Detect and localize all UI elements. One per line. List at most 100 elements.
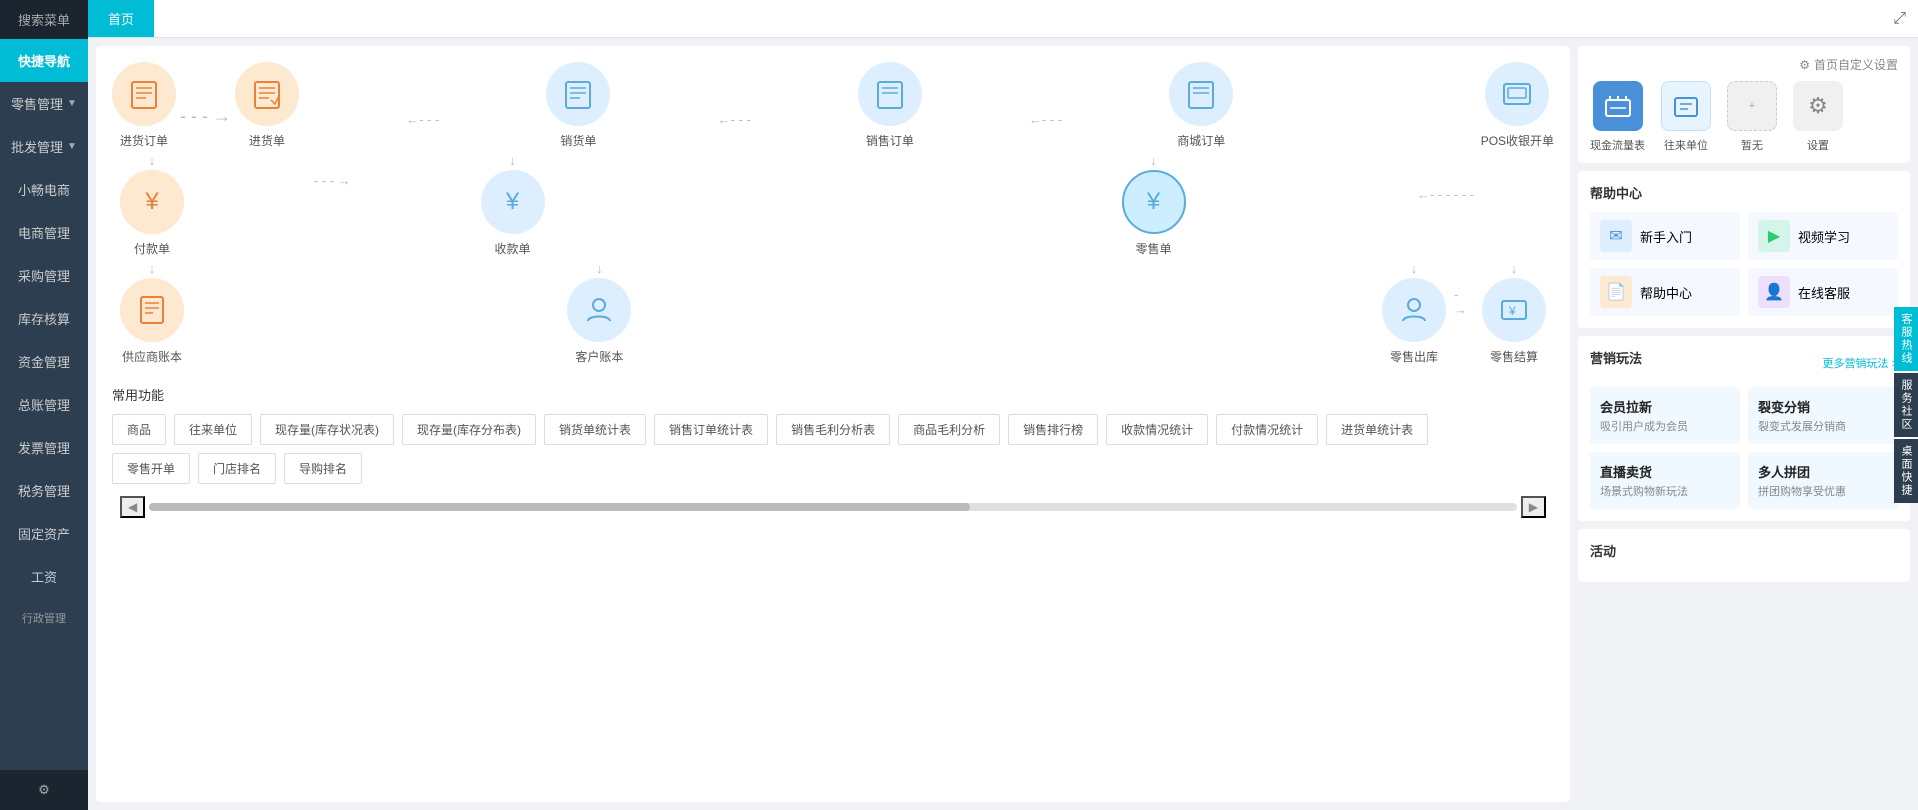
cashflow-icon bbox=[1593, 81, 1643, 131]
btn-sales-order-stat[interactable]: 销售订单统计表 bbox=[654, 414, 768, 445]
sidebar-item-payroll[interactable]: 工资 bbox=[0, 555, 88, 598]
btn-purchase-stat[interactable]: 进货单统计表 bbox=[1326, 414, 1428, 445]
wf-node-customer-book[interactable]: 客户账本 bbox=[567, 278, 631, 365]
scroll-left-btn[interactable]: ◀ bbox=[120, 496, 145, 518]
mkt-more-btn[interactable]: 更多营销玩法 > bbox=[1823, 355, 1898, 371]
qa-item-cashflow[interactable]: 现金流量表 bbox=[1590, 81, 1645, 153]
tab-home[interactable]: 首页 bbox=[88, 0, 154, 37]
btn-stock-status[interactable]: 现存量(库存状况表) bbox=[260, 414, 394, 445]
sidebar: 搜索菜单 快捷导航 零售管理 ▼ 批发管理 ▼ 小畅电商 电商管理 采购管理 库… bbox=[0, 0, 88, 810]
mkt-sub-member: 吸引用户成为会员 bbox=[1600, 418, 1730, 434]
wf-node-payment[interactable]: ¥ 付款单 bbox=[120, 170, 184, 257]
btn-sales-stat[interactable]: 销货单统计表 bbox=[544, 414, 646, 445]
help-title: 帮助中心 bbox=[1590, 183, 1898, 202]
help-label-video: 视频学习 bbox=[1798, 227, 1850, 246]
sidebar-item-ledger[interactable]: 总账管理 bbox=[0, 383, 88, 426]
btn-product[interactable]: 商品 bbox=[112, 414, 166, 445]
wf-label-receipt: 收款单 bbox=[494, 240, 530, 257]
btn-guide-rank[interactable]: 导购排名 bbox=[284, 453, 362, 484]
wf-node-shop-order[interactable]: 商城订单 bbox=[1169, 62, 1233, 149]
video-icon: ▶ bbox=[1758, 220, 1790, 252]
btn-payment-stat[interactable]: 付款情况统计 bbox=[1216, 414, 1318, 445]
qa-item-none[interactable]: + 暂无 bbox=[1727, 81, 1777, 153]
mkt-item-member[interactable]: 会员拉新 吸引用户成为会员 bbox=[1590, 387, 1740, 444]
sidebar-search[interactable]: 搜索菜单 bbox=[0, 0, 88, 39]
btn-sales-gross[interactable]: 销售毛利分析表 bbox=[776, 414, 890, 445]
help-item-beginner[interactable]: ✉ 新手入门 bbox=[1590, 212, 1740, 260]
wf-node-receipt[interactable]: ¥ 收款单 bbox=[481, 170, 545, 257]
help-item-service[interactable]: 👤 在线客服 bbox=[1748, 268, 1898, 316]
sidebar-nav[interactable]: 快捷导航 bbox=[0, 39, 88, 82]
qa-label-none: 暂无 bbox=[1741, 137, 1763, 153]
float-btn-desktop[interactable]: 桌面快捷 bbox=[1894, 439, 1918, 503]
activity-title: 活动 bbox=[1590, 541, 1898, 560]
mkt-title-member: 会员拉新 bbox=[1600, 397, 1730, 416]
mkt-item-live[interactable]: 直播卖货 场景式购物新玩法 bbox=[1590, 452, 1740, 509]
wf-node-retail-settle[interactable]: ¥ 零售结算 bbox=[1482, 278, 1546, 365]
mkt-item-fission[interactable]: 裂变分销 裂变式发展分销商 bbox=[1748, 387, 1898, 444]
wf-label-purchase: 进货单 bbox=[249, 132, 285, 149]
wf-node-retail-bill[interactable]: ¥ 零售单 bbox=[1122, 170, 1186, 257]
wf-icon-retail-bill: ¥ bbox=[1122, 170, 1186, 234]
scroll-thumb bbox=[149, 503, 970, 511]
mkt-title-live: 直播卖货 bbox=[1600, 462, 1730, 481]
btn-store-rank[interactable]: 门店排名 bbox=[198, 453, 276, 484]
service-icon: 👤 bbox=[1758, 276, 1790, 308]
quick-access: ⚙ 首页自定义设置 现金流量表 往来单位 bbox=[1578, 46, 1910, 163]
main-content: 首页 ⤢ 进货订单 - - - → bbox=[88, 0, 1918, 810]
btn-retail-open[interactable]: 零售开单 bbox=[112, 453, 190, 484]
mkt-sub-group: 拼团购物享受优惠 bbox=[1758, 483, 1888, 499]
wf-label-retail-out: 零售出库 bbox=[1390, 348, 1438, 365]
btn-stock-dist[interactable]: 现存量(库存分布表) bbox=[402, 414, 536, 445]
sidebar-item-tax[interactable]: 税务管理 bbox=[0, 469, 88, 512]
mkt-item-group[interactable]: 多人拼团 拼团购物享受优惠 bbox=[1748, 452, 1898, 509]
wf-icon-purchase-order bbox=[112, 62, 176, 126]
sidebar-item-inventory[interactable]: 库存核算 bbox=[0, 297, 88, 340]
btn-partners[interactable]: 往来单位 bbox=[174, 414, 252, 445]
expand-btn[interactable]: ⤢ bbox=[1881, 2, 1918, 36]
help-label-service: 在线客服 bbox=[1798, 283, 1850, 302]
wf-node-sales[interactable]: 销货单 bbox=[546, 62, 610, 149]
qa-label-partners: 往来单位 bbox=[1664, 137, 1708, 153]
workflow-section: 进货订单 - - - → 进货单 ←- - - 销货单 bbox=[112, 62, 1554, 365]
wf-node-purchase[interactable]: 进货单 bbox=[235, 62, 299, 149]
settings-icon: ⚙ bbox=[1793, 81, 1843, 131]
help-item-help[interactable]: 📄 帮助中心 bbox=[1590, 268, 1740, 316]
right-panel: ⚙ 首页自定义设置 现金流量表 往来单位 bbox=[1578, 38, 1918, 810]
float-btn-community[interactable]: 服务社区 bbox=[1894, 373, 1918, 437]
sidebar-item-ecommerce-mgmt[interactable]: 电商管理 bbox=[0, 211, 88, 254]
wf-node-purchase-order[interactable]: 进货订单 bbox=[112, 62, 176, 149]
sidebar-item-purchase[interactable]: 采购管理 bbox=[0, 254, 88, 297]
scroll-track[interactable] bbox=[149, 503, 1517, 511]
help-item-video[interactable]: ▶ 视频学习 bbox=[1748, 212, 1898, 260]
sidebar-item-ecommerce-small[interactable]: 小畅电商 bbox=[0, 168, 88, 211]
scroll-right-btn[interactable]: ▶ bbox=[1521, 496, 1546, 518]
qa-item-settings[interactable]: ⚙ 设置 bbox=[1793, 81, 1843, 153]
wf-node-sales-order[interactable]: 销售订单 bbox=[858, 62, 922, 149]
sidebar-item-admin[interactable]: 行政管理 bbox=[0, 598, 88, 638]
qa-icons-row: 现金流量表 往来单位 + 暂无 ⚙ 设置 bbox=[1590, 81, 1898, 153]
sidebar-item-finance[interactable]: 资金管理 bbox=[0, 340, 88, 383]
sidebar-item-invoice[interactable]: 发票管理 bbox=[0, 426, 88, 469]
sidebar-item-fixed-assets[interactable]: 固定资产 bbox=[0, 512, 88, 555]
help-grid: ✉ 新手入门 ▶ 视频学习 📄 帮助中心 👤 在线客服 bbox=[1590, 212, 1898, 316]
gear-icon: ⚙ bbox=[38, 782, 50, 797]
wf-label-payment: 付款单 bbox=[134, 240, 170, 257]
sidebar-item-wholesale[interactable]: 批发管理 ▼ bbox=[0, 125, 88, 168]
qa-settings-label[interactable]: 首页自定义设置 bbox=[1814, 56, 1898, 73]
wf-node-supplier-book[interactable]: 供应商账本 bbox=[120, 278, 184, 365]
wf-label-retail-settle: 零售结算 bbox=[1490, 348, 1538, 365]
common-functions: 常用功能 商品 往来单位 现存量(库存状况表) 现存量(库存分布表) 销货单统计… bbox=[112, 385, 1554, 484]
btn-sales-rank[interactable]: 销售排行榜 bbox=[1008, 414, 1098, 445]
qa-label-settings: 设置 bbox=[1807, 137, 1829, 153]
wf-label-supplier-book: 供应商账本 bbox=[122, 348, 182, 365]
btn-receipt-stat[interactable]: 收款情况统计 bbox=[1106, 414, 1208, 445]
sidebar-item-retail[interactable]: 零售管理 ▼ bbox=[0, 82, 88, 125]
wf-icon-receipt: ¥ bbox=[481, 170, 545, 234]
btn-product-gross[interactable]: 商品毛利分析 bbox=[898, 414, 1000, 445]
qa-item-partners[interactable]: 往来单位 bbox=[1661, 81, 1711, 153]
float-btn-service[interactable]: 客服热线 bbox=[1894, 307, 1918, 371]
wf-node-retail-out[interactable]: 零售出库 bbox=[1382, 278, 1446, 365]
wf-node-pos[interactable]: POS收银开单 bbox=[1481, 62, 1554, 149]
sidebar-settings-btn[interactable]: ⚙ bbox=[0, 770, 88, 810]
